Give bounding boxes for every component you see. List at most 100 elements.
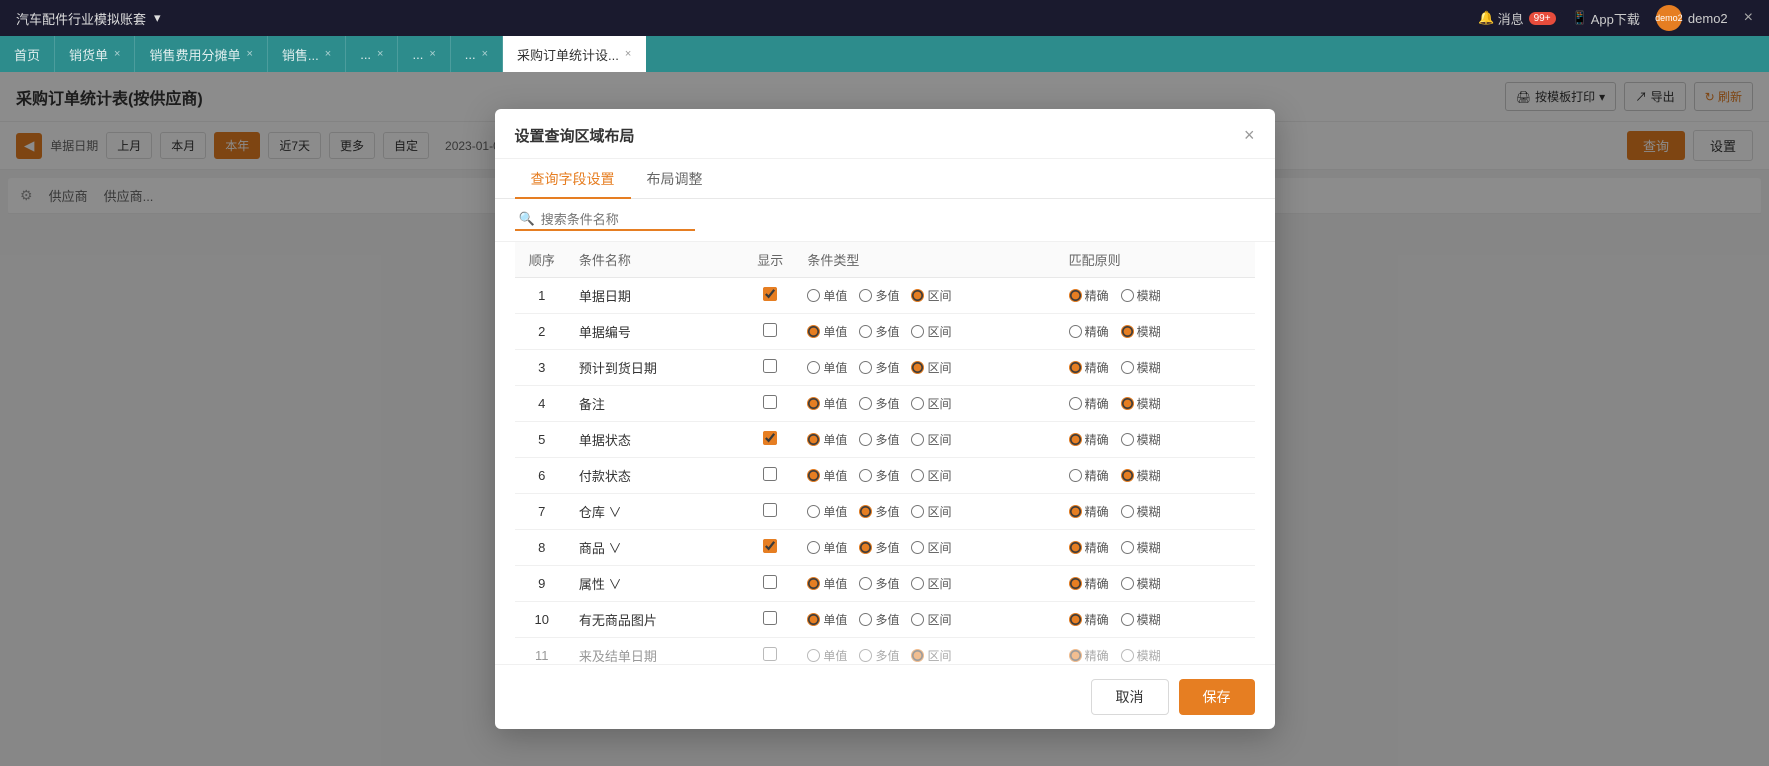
match-fuzzy-radio[interactable] [1121, 541, 1134, 554]
match-exact-label[interactable]: 精确 [1069, 647, 1109, 664]
type-single-label[interactable]: 单值 [807, 575, 847, 592]
type-single-radio[interactable] [807, 433, 820, 446]
tab-sales-cost-close[interactable]: × [246, 48, 252, 60]
type-multi-radio[interactable] [859, 649, 872, 662]
type-multi-label[interactable]: 多值 [859, 287, 899, 304]
match-fuzzy-label[interactable]: 模糊 [1121, 467, 1161, 484]
type-single-radio[interactable] [807, 289, 820, 302]
match-exact-radio[interactable] [1069, 289, 1082, 302]
type-range-label[interactable]: 区间 [911, 647, 951, 664]
match-fuzzy-radio[interactable] [1121, 505, 1134, 518]
type-range-radio[interactable] [911, 541, 924, 554]
type-single-label[interactable]: 单值 [807, 359, 847, 376]
type-multi-radio[interactable] [859, 325, 872, 338]
match-fuzzy-radio[interactable] [1121, 433, 1134, 446]
type-range-radio[interactable] [911, 505, 924, 518]
tab-sales-cost[interactable]: 销售费用分摊单 × [135, 36, 267, 72]
tab-sales-close[interactable]: × [114, 48, 120, 60]
display-checkbox[interactable] [763, 539, 777, 553]
tab-4[interactable]: ... × [346, 36, 398, 72]
type-range-label[interactable]: 区间 [911, 431, 951, 448]
type-multi-radio[interactable] [859, 433, 872, 446]
display-checkbox[interactable] [763, 395, 777, 409]
display-checkbox[interactable] [763, 359, 777, 373]
display-checkbox[interactable] [763, 431, 777, 445]
type-single-label[interactable]: 单值 [807, 467, 847, 484]
match-exact-label[interactable]: 精确 [1069, 359, 1109, 376]
type-single-label[interactable]: 单值 [807, 503, 847, 520]
type-range-radio[interactable] [911, 613, 924, 626]
type-range-radio[interactable] [911, 397, 924, 410]
type-range-label[interactable]: 区间 [911, 575, 951, 592]
type-multi-label[interactable]: 多值 [859, 503, 899, 520]
type-single-radio[interactable] [807, 325, 820, 338]
match-exact-label[interactable]: 精确 [1069, 539, 1109, 556]
type-range-label[interactable]: 区间 [911, 287, 951, 304]
match-fuzzy-label[interactable]: 模糊 [1121, 503, 1161, 520]
match-exact-label[interactable]: 精确 [1069, 575, 1109, 592]
type-single-label[interactable]: 单值 [807, 323, 847, 340]
match-fuzzy-label[interactable]: 模糊 [1121, 431, 1161, 448]
type-single-label[interactable]: 单值 [807, 287, 847, 304]
tab-6[interactable]: ... × [451, 36, 503, 72]
type-multi-radio[interactable] [859, 361, 872, 374]
tab-5-close[interactable]: × [429, 48, 435, 60]
download-btn[interactable]: 📱 App下载 [1572, 9, 1640, 28]
type-single-radio[interactable] [807, 541, 820, 554]
type-single-radio[interactable] [807, 469, 820, 482]
match-fuzzy-label[interactable]: 模糊 [1121, 575, 1161, 592]
display-checkbox[interactable] [763, 647, 777, 661]
match-exact-label[interactable]: 精确 [1069, 323, 1109, 340]
type-single-radio[interactable] [807, 577, 820, 590]
type-multi-label[interactable]: 多值 [859, 647, 899, 664]
type-single-radio[interactable] [807, 505, 820, 518]
match-exact-radio[interactable] [1069, 361, 1082, 374]
type-range-radio[interactable] [911, 325, 924, 338]
type-multi-label[interactable]: 多值 [859, 431, 899, 448]
search-input[interactable] [541, 212, 717, 227]
match-fuzzy-label[interactable]: 模糊 [1121, 647, 1161, 664]
type-range-label[interactable]: 区间 [911, 503, 951, 520]
type-range-label[interactable]: 区间 [911, 539, 951, 556]
user-area[interactable]: demo2 demo2 [1656, 5, 1728, 31]
match-exact-label[interactable]: 精确 [1069, 287, 1109, 304]
type-single-radio[interactable] [807, 649, 820, 662]
match-fuzzy-label[interactable]: 模糊 [1121, 323, 1161, 340]
match-exact-radio[interactable] [1069, 577, 1082, 590]
match-fuzzy-radio[interactable] [1121, 469, 1134, 482]
match-fuzzy-label[interactable]: 模糊 [1121, 359, 1161, 376]
match-fuzzy-radio[interactable] [1121, 613, 1134, 626]
type-range-label[interactable]: 区间 [911, 323, 951, 340]
type-single-radio[interactable] [807, 361, 820, 374]
match-exact-radio[interactable] [1069, 505, 1082, 518]
match-fuzzy-label[interactable]: 模糊 [1121, 539, 1161, 556]
type-range-label[interactable]: 区间 [911, 395, 951, 412]
tab-4-close[interactable]: × [377, 48, 383, 60]
type-single-radio[interactable] [807, 613, 820, 626]
match-fuzzy-label[interactable]: 模糊 [1121, 611, 1161, 628]
notifications-btn[interactable]: 🔔 消息 99+ [1478, 9, 1555, 28]
match-exact-label[interactable]: 精确 [1069, 467, 1109, 484]
match-exact-radio[interactable] [1069, 397, 1082, 410]
match-exact-radio[interactable] [1069, 613, 1082, 626]
type-single-label[interactable]: 单值 [807, 539, 847, 556]
display-checkbox[interactable] [763, 503, 777, 517]
tab-3-close[interactable]: × [325, 48, 331, 60]
type-single-radio[interactable] [807, 397, 820, 410]
tab-sales[interactable]: 销货单 × [55, 36, 135, 72]
type-single-label[interactable]: 单值 [807, 647, 847, 664]
top-close-btn[interactable]: × [1744, 9, 1753, 27]
type-multi-label[interactable]: 多值 [859, 359, 899, 376]
match-fuzzy-radio[interactable] [1121, 397, 1134, 410]
type-range-radio[interactable] [911, 649, 924, 662]
tab-3[interactable]: 销售... × [268, 36, 346, 72]
tab-6-close[interactable]: × [482, 48, 488, 60]
match-fuzzy-radio[interactable] [1121, 289, 1134, 302]
modal-tab-fields[interactable]: 查询字段设置 [515, 159, 631, 199]
save-button[interactable]: 保存 [1179, 679, 1255, 715]
type-range-radio[interactable] [911, 361, 924, 374]
match-fuzzy-radio[interactable] [1121, 649, 1134, 662]
type-multi-radio[interactable] [859, 289, 872, 302]
match-exact-label[interactable]: 精确 [1069, 503, 1109, 520]
display-checkbox[interactable] [763, 611, 777, 625]
